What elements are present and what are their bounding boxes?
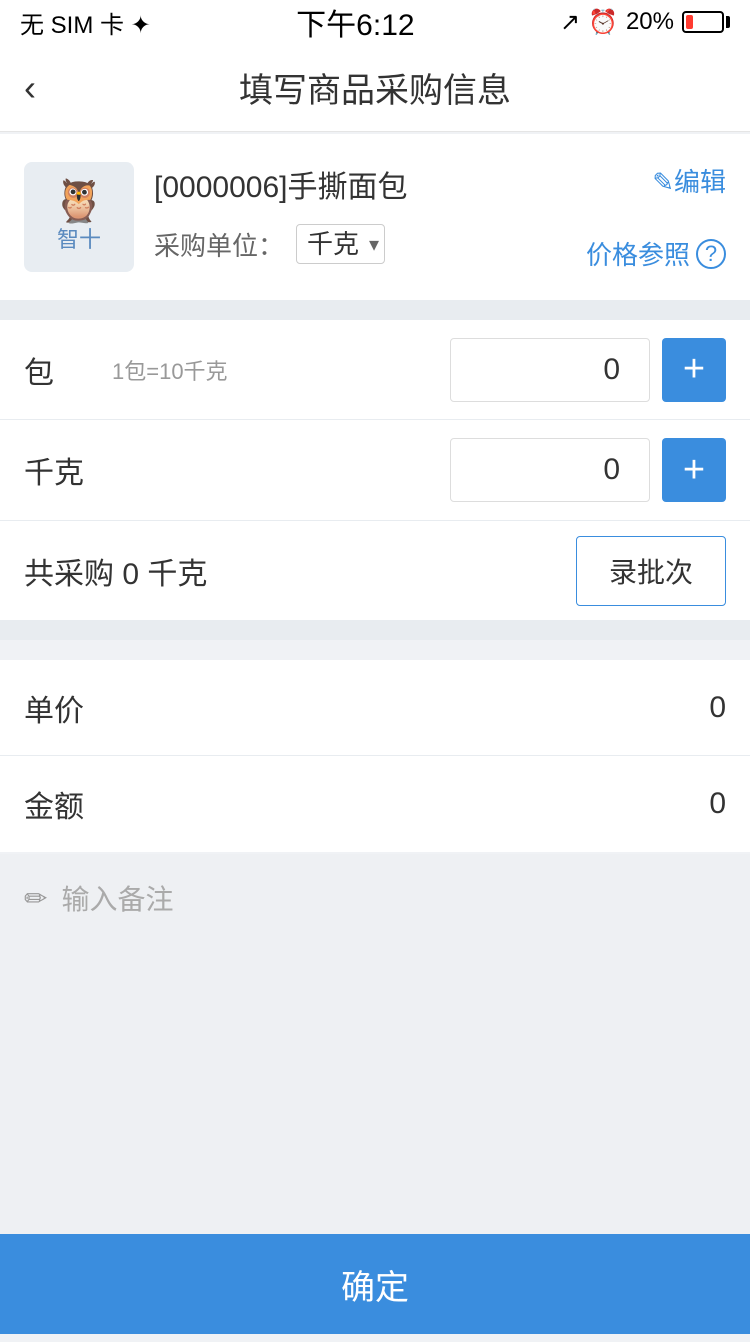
thumb-brand-label: 智十 xyxy=(57,222,101,254)
bag-sub-label: 1包=10千克 xyxy=(112,354,450,386)
battery-percent: 20% xyxy=(626,8,674,36)
remark-placeholder: 输入备注 xyxy=(61,878,173,918)
batch-button[interactable]: 录批次 xyxy=(576,536,726,606)
remark-icon: ✏ xyxy=(24,882,47,915)
bag-input-row: 包 1包=10千克 + xyxy=(0,320,750,420)
bag-plus-button[interactable]: + xyxy=(662,338,726,402)
confirm-button[interactable]: 确定 xyxy=(0,1234,750,1334)
edit-button[interactable]: ✎编辑 xyxy=(652,162,726,199)
product-card: 🦉 智十 [0000006]手撕面包 采购单位： 千克 ✎编辑 价格参照 ? xyxy=(0,134,750,300)
status-time: 下午6:12 xyxy=(296,0,414,44)
remark-section[interactable]: ✏ 输入备注 xyxy=(0,854,750,942)
kg-quantity-input[interactable] xyxy=(450,438,650,502)
nav-bar: ‹ 填写商品采购信息 xyxy=(0,44,750,132)
summary-row: 共采购 0 千克 录批次 xyxy=(0,520,750,620)
unit-price-row: 单价 0 xyxy=(0,660,750,756)
location-icon: ↗ xyxy=(560,8,580,37)
status-bar: 无 SIM 卡 ✦ 下午6:12 ↗ ⏰ 20% xyxy=(0,0,750,44)
bag-quantity-input[interactable] xyxy=(450,338,650,402)
kg-label: 千克 xyxy=(24,448,104,492)
amount-value: 0 xyxy=(709,787,726,821)
status-left: 无 SIM 卡 ✦ xyxy=(20,5,151,40)
thumb-owl-icon: 🦉 xyxy=(53,180,105,222)
price-ref-button[interactable]: 价格参照 ? xyxy=(586,235,726,272)
kg-plus-button[interactable]: + xyxy=(662,438,726,502)
content-area xyxy=(0,942,750,1242)
amount-label: 金额 xyxy=(24,782,84,826)
price-ref-help-icon: ? xyxy=(696,239,726,269)
divider-1 xyxy=(0,300,750,320)
summary-text: 共采购 0 千克 xyxy=(24,549,207,593)
bag-label: 包 xyxy=(24,348,104,392)
sim-status: 无 SIM 卡 ✦ xyxy=(20,5,151,40)
price-section: 单价 0 金额 0 xyxy=(0,660,750,852)
unit-label: 采购单位： xyxy=(154,226,284,263)
page-title: 填写商品采购信息 xyxy=(239,63,511,112)
status-right: ↗ ⏰ 20% xyxy=(560,8,730,37)
price-ref-label: 价格参照 xyxy=(586,235,690,272)
alarm-icon: ⏰ xyxy=(588,8,618,37)
kg-input-control: + xyxy=(450,438,726,502)
product-thumbnail: 🦉 智十 xyxy=(24,162,134,272)
amount-row: 金额 0 xyxy=(0,756,750,852)
unit-select[interactable]: 千克 xyxy=(296,224,385,264)
divider-2 xyxy=(0,620,750,640)
unit-price-value: 0 xyxy=(709,691,726,725)
product-name: [0000006]手撕面包 xyxy=(154,162,726,206)
input-section: 包 1包=10千克 + 千克 + xyxy=(0,320,750,520)
unit-select-wrap[interactable]: 千克 xyxy=(296,224,385,264)
battery-icon xyxy=(682,11,730,33)
kg-input-row: 千克 + xyxy=(0,420,750,520)
back-button[interactable]: ‹ xyxy=(24,67,36,109)
confirm-button-label: 确定 xyxy=(341,1260,409,1309)
unit-price-label: 单价 xyxy=(24,686,84,730)
bag-input-control: + xyxy=(450,338,726,402)
